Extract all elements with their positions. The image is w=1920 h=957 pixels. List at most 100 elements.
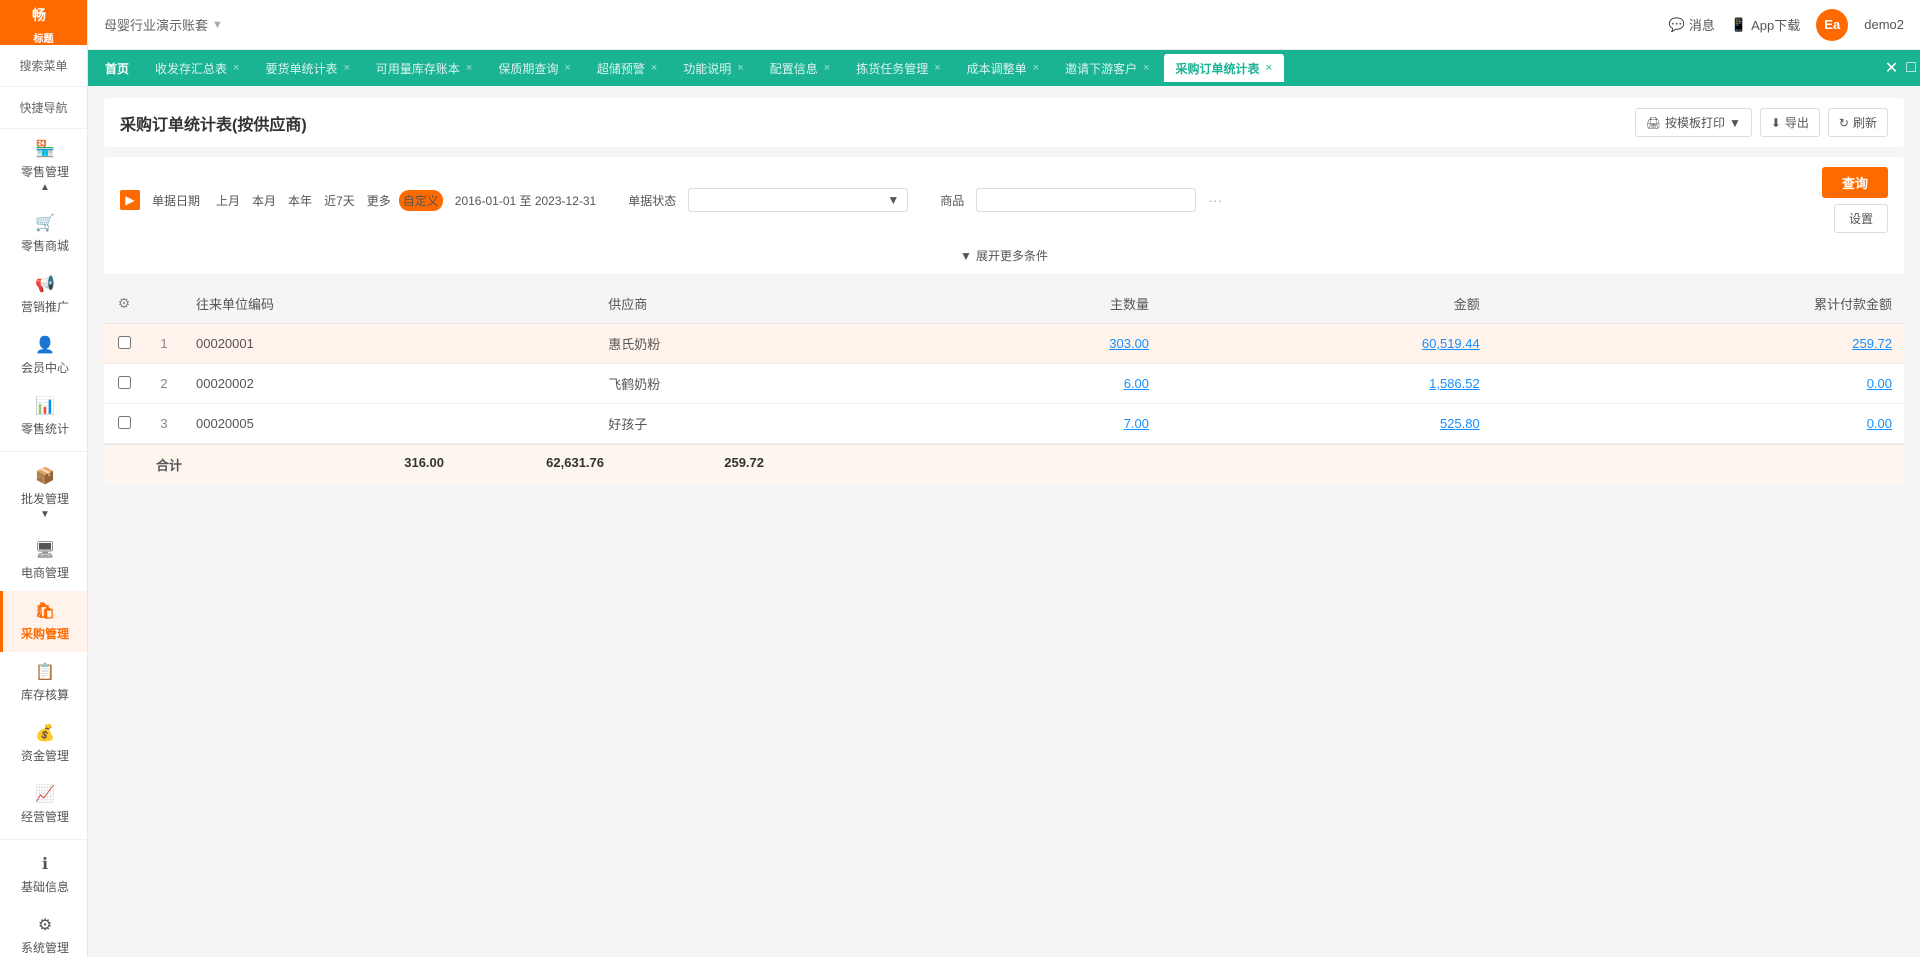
sidebar-item-purchase[interactable]: 🛍 采购管理 — [0, 591, 87, 652]
export-button[interactable]: ⬇ 导出 — [1760, 108, 1820, 137]
tab-pickTask-close[interactable]: × — [934, 62, 940, 74]
refresh-button[interactable]: ↻ 刷新 — [1828, 108, 1888, 137]
sidebar-item-finance[interactable]: 💰 资金管理 — [0, 713, 87, 774]
tab-inviteDownstream-close[interactable]: × — [1143, 62, 1149, 74]
tab-peizhi[interactable]: 配置信息 × — [758, 54, 842, 82]
tab-home[interactable]: 首页 — [93, 54, 141, 82]
expand-more-row: ▼ 展开更多条件 — [120, 241, 1888, 264]
tab-shoufahuizong[interactable]: 收发存汇总表 × — [143, 54, 251, 82]
shortcut-nav-button[interactable]: 快捷导航 — [0, 91, 87, 124]
paid-amount-cell[interactable]: 259.72 — [1492, 324, 1904, 364]
user-avatar[interactable]: Ea — [1816, 9, 1848, 41]
query-button[interactable]: 查询 — [1822, 167, 1888, 198]
tab-yaohuodan-label: 要货单统计表 — [265, 60, 337, 77]
date-shortcut-group: 上月 本月 本年 近7天 更多 自定义 — [212, 190, 443, 211]
col-main-qty: 主数量 — [903, 284, 1161, 324]
footer-label: 合计 — [116, 455, 336, 474]
date-shortcut-this-month[interactable]: 本月 — [248, 190, 280, 211]
tab-yaohuodan[interactable]: 要货单统计表 × — [253, 54, 361, 82]
amount-cell[interactable]: 60,519.44 — [1161, 324, 1492, 364]
supplier-name-cell: 飞鹤奶粉 — [596, 364, 903, 404]
expand-more-label: 展开更多条件 — [976, 247, 1048, 264]
tab-baozhiqi[interactable]: 保质期查询 × — [486, 54, 582, 82]
date-shortcut-more[interactable]: 更多 — [363, 190, 395, 211]
refresh-label: 刷新 — [1853, 114, 1877, 131]
export-icon: ⬇ — [1771, 116, 1781, 130]
export-label: 导出 — [1785, 114, 1809, 131]
status-select[interactable]: ▼ — [688, 188, 908, 212]
tab-shoufahuizong-close[interactable]: × — [233, 62, 239, 74]
sidebar-item-system[interactable]: ⚙ 系统管理 — [0, 905, 87, 957]
date-custom-badge[interactable]: 自定义 — [399, 190, 443, 211]
sidebar-item-member[interactable]: 👤 会员中心 — [0, 325, 87, 386]
sidebar-item-wholesale[interactable]: 📦 批发管理 ▼ — [0, 456, 87, 530]
table-settings-icon[interactable]: ⚙ — [118, 295, 131, 311]
message-button[interactable]: 💬 消息 — [1669, 15, 1715, 34]
tab-keyongliang[interactable]: 可用量库存账本 × — [364, 54, 484, 82]
row-number: 1 — [144, 324, 184, 364]
main-qty-cell[interactable]: 6.00 — [903, 364, 1161, 404]
dropdown-icon: ▼ — [212, 19, 223, 31]
sidebar-item-retail-mall-label: 零售商城 — [21, 237, 69, 254]
goods-filter-input[interactable] — [976, 188, 1196, 212]
col-amount: 金额 — [1161, 284, 1492, 324]
tab-costAdjust[interactable]: 成本调整单 × — [955, 54, 1051, 82]
sidebar-item-member-label: 会员中心 — [21, 359, 69, 376]
tab-inviteDownstream[interactable]: 邀请下游客户 × — [1053, 54, 1161, 82]
row-number: 3 — [144, 404, 184, 444]
print-dropdown-icon: ▼ — [1729, 116, 1741, 130]
retail-icon: 🏪 — [35, 139, 55, 159]
tab-gongngshuoming-close[interactable]: × — [737, 62, 743, 74]
date-shortcut-7days[interactable]: 近7天 — [320, 190, 359, 211]
tab-chaochuyujing[interactable]: 超储预警 × — [585, 54, 669, 82]
tab-pickTask[interactable]: 拣货任务管理 × — [844, 54, 952, 82]
tab-keyongliang-close[interactable]: × — [466, 62, 472, 74]
tab-baozhiqi-close[interactable]: × — [564, 62, 570, 74]
tab-peizhi-close[interactable]: × — [824, 62, 830, 74]
tab-close-all-button[interactable]: ✕ — [1885, 58, 1898, 78]
tab-chaochuyujing-close[interactable]: × — [651, 62, 657, 74]
tab-maximize-button[interactable]: □ — [1906, 59, 1916, 77]
expand-toggle-button[interactable]: ▶ — [120, 190, 140, 210]
sidebar-item-inventory[interactable]: 📋 库存核算 — [0, 652, 87, 713]
sidebar-item-purchase-label: 采购管理 — [21, 625, 69, 642]
main-qty-cell[interactable]: 7.00 — [903, 404, 1161, 444]
sidebar-item-retail[interactable]: 🏪 零售管理 ▲ — [0, 129, 87, 203]
sidebar-item-inventory-label: 库存核算 — [21, 686, 69, 703]
settings-button[interactable]: 设置 — [1834, 204, 1888, 233]
row-checkbox[interactable] — [118, 376, 131, 389]
main-qty-cell[interactable]: 303.00 — [903, 324, 1161, 364]
search-menu-button[interactable]: 搜索菜单 — [6, 53, 81, 78]
amount-cell[interactable]: 525.80 — [1161, 404, 1492, 444]
sidebar-item-operation[interactable]: 📈 经营管理 — [0, 774, 87, 835]
logo-text: 标题 — [34, 30, 54, 45]
tab-bar: 首页 收发存汇总表 × 要货单统计表 × 可用量库存账本 × 保质期查询 × 超… — [88, 50, 1920, 86]
paid-amount-cell[interactable]: 0.00 — [1492, 364, 1904, 404]
sidebar-item-marketing[interactable]: 📢 营销推广 — [0, 264, 87, 325]
tab-gongngshuoming[interactable]: 功能说明 × — [671, 54, 755, 82]
date-shortcut-this-year[interactable]: 本年 — [284, 190, 316, 211]
tab-purchaseSummary-close[interactable]: × — [1266, 62, 1272, 74]
print-button[interactable]: 🖨 按模板打印 ▼ — [1635, 108, 1752, 137]
row-number: 2 — [144, 364, 184, 404]
goods-filter-more-icon[interactable]: ··· — [1208, 192, 1222, 208]
tab-purchaseSummary[interactable]: 采购订单统计表 × — [1164, 54, 1284, 82]
tab-inviteDownstream-label: 邀请下游客户 — [1065, 60, 1137, 77]
sidebar-item-ecommerce[interactable]: 🖥 电商管理 — [0, 530, 87, 591]
status-filter-label: 单据状态 — [628, 192, 676, 209]
app-download-button[interactable]: 📱 App下载 — [1731, 15, 1800, 34]
row-checkbox[interactable] — [118, 336, 131, 349]
row-checkbox[interactable] — [118, 416, 131, 429]
paid-amount-cell[interactable]: 0.00 — [1492, 404, 1904, 444]
tab-yaohuodan-close[interactable]: × — [343, 62, 349, 74]
footer-paid-amount: 259.72 — [616, 455, 776, 474]
expand-more-button[interactable]: ▼ 展开更多条件 — [960, 247, 1048, 264]
sidebar-item-basic[interactable]: ℹ 基础信息 — [0, 844, 87, 905]
amount-cell[interactable]: 1,586.52 — [1161, 364, 1492, 404]
date-shortcut-last-month[interactable]: 上月 — [212, 190, 244, 211]
tab-costAdjust-close[interactable]: × — [1033, 62, 1039, 74]
footer-amount: 62,631.76 — [456, 455, 616, 474]
sidebar-item-retail-mall[interactable]: 🛒 零售商城 — [0, 203, 87, 264]
tab-costAdjust-label: 成本调整单 — [967, 60, 1027, 77]
sidebar-item-retail-stats[interactable]: 📊 零售统计 — [0, 386, 87, 447]
